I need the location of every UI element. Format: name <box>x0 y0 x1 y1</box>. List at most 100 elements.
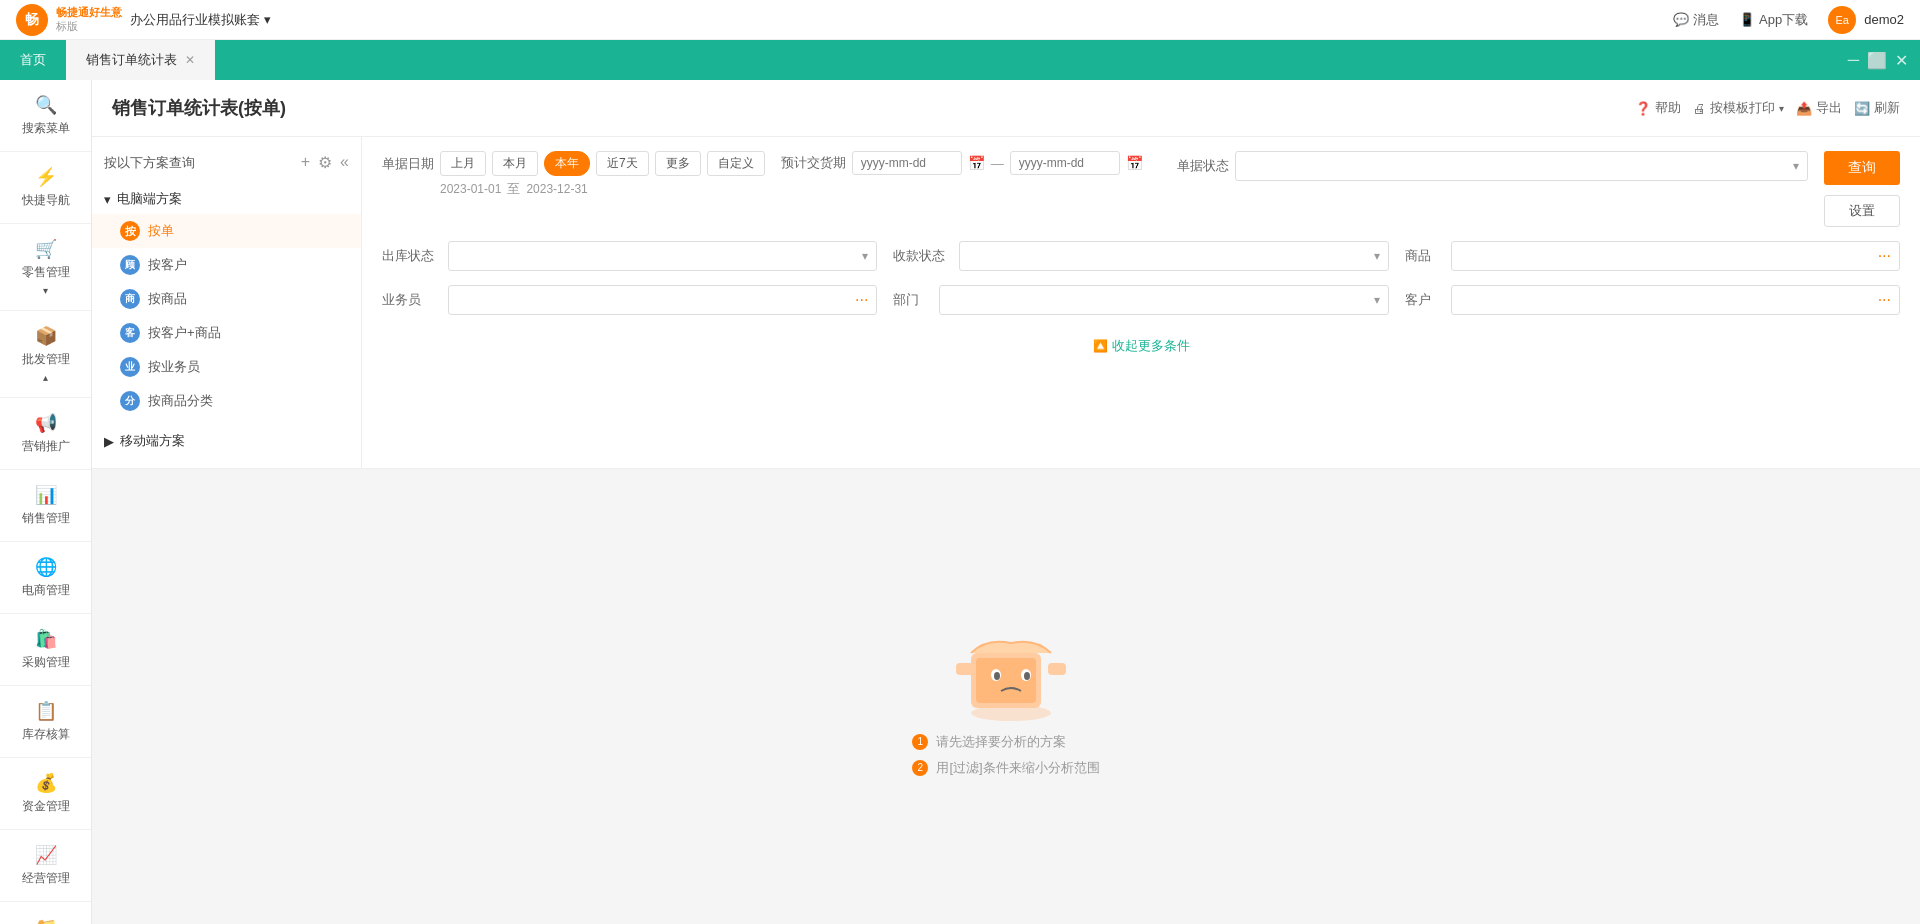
scheme-item-by-salesman[interactable]: 业 按业务员 <box>92 350 361 384</box>
scheme-type-icon: 按 <box>120 221 140 241</box>
empty-svg-icon <box>946 613 1076 723</box>
sidebar-item-purchase[interactable]: 🛍️ 采购管理 <box>0 614 91 686</box>
chevron-down-icon: ▾ <box>43 285 48 296</box>
window-controls: ─ ⬜ ✕ <box>1848 51 1920 70</box>
basic-info-icon: 📁 <box>35 916 57 924</box>
sidebar-item-basic-info[interactable]: 📁 基础信息 <box>0 902 91 924</box>
expected-date-end-input[interactable] <box>1010 151 1120 175</box>
customer-select[interactable]: ··· <box>1451 285 1900 315</box>
left-panel: 按以下方案查询 + ⚙ « ▾ <box>92 137 362 468</box>
date-btn-more[interactable]: 更多 <box>655 151 701 176</box>
sidebar-item-wholesale[interactable]: 📦 批发管理 ▴ <box>0 311 91 398</box>
app-download-button[interactable]: 📱 App下载 <box>1739 11 1808 29</box>
finance-icon: 💰 <box>35 772 57 794</box>
pc-schemes-section: ▾ 电脑端方案 按 按单 <box>92 180 361 422</box>
scheme-type-icon: 商 <box>120 289 140 309</box>
calendar-icon-2[interactable]: 📅 <box>1126 155 1143 171</box>
export-icon: 📤 <box>1796 101 1812 116</box>
sidebar-item-inventory[interactable]: 📋 库存核算 <box>0 686 91 758</box>
salesman-select[interactable]: ··· <box>448 285 877 315</box>
sidebar-item-ecommerce[interactable]: 🌐 电商管理 <box>0 542 91 614</box>
expected-date-start-input[interactable] <box>852 151 962 175</box>
sidebar-item-retail[interactable]: 🛒 零售管理 ▾ <box>0 224 91 311</box>
mobile-schemes-header[interactable]: ▶ 移动端方案 <box>92 426 361 456</box>
settings-scheme-icon[interactable]: ⚙ <box>318 153 332 172</box>
app-name: 标版 <box>56 20 122 33</box>
close-tab-icon[interactable]: ✕ <box>185 53 195 67</box>
department-filter: 部门 ▾ <box>893 285 1388 315</box>
scheme-item-by-customer[interactable]: 顾 按客户 <box>92 248 361 282</box>
page-title: 销售订单统计表(按单) <box>112 96 286 136</box>
filter-area: 按以下方案查询 + ⚙ « ▾ <box>92 137 1920 469</box>
scheme-type-icon: 业 <box>120 357 140 377</box>
expected-date-label: 预计交货期 <box>781 154 846 172</box>
sidebar-item-finance[interactable]: 💰 资金管理 <box>0 758 91 830</box>
delivery-status-select[interactable]: ▾ <box>448 241 877 271</box>
sidebar-item-business[interactable]: 📈 经营管理 <box>0 830 91 902</box>
scheme-type-icon: 顾 <box>120 255 140 275</box>
date-btn-last-month[interactable]: 上月 <box>440 151 486 176</box>
left-panel-header: 按以下方案查询 + ⚙ « <box>92 145 361 180</box>
help-button[interactable]: ❓ 帮助 <box>1635 99 1681 117</box>
date-btn-last-7days[interactable]: 近7天 <box>596 151 649 176</box>
main-content: 按以下方案查询 + ⚙ « ▾ <box>92 137 1920 924</box>
department-select[interactable]: ▾ <box>939 285 1388 315</box>
filter-with-panel: 按以下方案查询 + ⚙ « ▾ <box>92 137 1920 468</box>
content-area: 销售订单统计表(按单) ❓ 帮助 🖨 按模板打印 ▾ 📤 导出 🔄 刷新 <box>92 80 1920 924</box>
date-btn-this-month[interactable]: 本月 <box>492 151 538 176</box>
topbar: 畅 畅捷通好生意 标版 办公用品行业模拟账套 ▾ 💬 消息 📱 App下载 Ea… <box>0 0 1920 40</box>
scheme-item-by-category[interactable]: 分 按商品分类 <box>92 384 361 418</box>
date-range-row: 2023-01-01 至 2023-12-31 <box>382 180 765 198</box>
user-area[interactable]: Ea demo2 <box>1828 6 1904 34</box>
tab-sales-order[interactable]: 销售订单统计表 ✕ <box>66 40 215 80</box>
scheme-item-by-order[interactable]: 按 按单 <box>92 214 361 248</box>
date-btn-custom[interactable]: 自定义 <box>707 151 765 176</box>
pc-schemes-header[interactable]: ▾ 电脑端方案 <box>92 184 361 214</box>
scheme-type-icon: 分 <box>120 391 140 411</box>
svg-rect-7 <box>956 663 974 675</box>
add-scheme-icon[interactable]: + <box>301 153 310 172</box>
export-button[interactable]: 📤 导出 <box>1796 99 1842 117</box>
empty-step-1: 1 请先选择要分析的方案 <box>912 729 1099 755</box>
product-label: 商品 <box>1405 247 1445 265</box>
close-window-button[interactable]: ✕ <box>1895 51 1908 70</box>
filter-row-1: 单据日期 上月 本月 本年 近7天 更多 自定义 <box>382 151 1900 227</box>
sidebar-item-search-menu[interactable]: 🔍 搜索菜单 <box>0 80 91 152</box>
topbar-left: 畅 畅捷通好生意 标版 办公用品行业模拟账套 ▾ <box>16 4 271 36</box>
breadcrumb[interactable]: 办公用品行业模拟账套 ▾ <box>130 11 271 29</box>
status-select[interactable]: ▾ <box>1235 151 1808 181</box>
sidebar-item-marketing[interactable]: 📢 营销推广 <box>0 398 91 470</box>
collapse-panel-icon[interactable]: « <box>340 153 349 172</box>
action-buttons: 查询 设置 <box>1824 151 1900 227</box>
chevron-down-icon: ▾ <box>104 192 111 207</box>
settings-button[interactable]: 设置 <box>1824 195 1900 227</box>
download-icon: 📱 <box>1739 12 1755 27</box>
scheme-item-by-product[interactable]: 商 按商品 <box>92 282 361 316</box>
message-button[interactable]: 💬 消息 <box>1673 11 1719 29</box>
date-btn-this-year[interactable]: 本年 <box>544 151 590 176</box>
product-filter: 商品 ··· <box>1405 241 1900 271</box>
collapse-button[interactable]: 🔼 收起更多条件 <box>1093 337 1190 355</box>
purchase-icon: 🛍️ <box>35 628 57 650</box>
date-label: 单据日期 <box>382 155 434 173</box>
sidebar: 🔍 搜索菜单 ⚡ 快捷导航 🛒 零售管理 ▾ 📦 批发管理 ▴ 📢 营销推广 📊… <box>0 80 92 924</box>
scheme-item-by-cust-prod[interactable]: 客 按客户+商品 <box>92 316 361 350</box>
status-chevron-icon: ▾ <box>1793 159 1799 173</box>
template-print-button[interactable]: 🖨 按模板打印 ▾ <box>1693 99 1784 117</box>
product-dots-icon: ··· <box>1878 247 1891 265</box>
date-range-end: 2023-12-31 <box>526 182 587 196</box>
payment-status-select[interactable]: ▾ <box>959 241 1388 271</box>
user-name: demo2 <box>1864 12 1904 27</box>
product-select[interactable]: ··· <box>1451 241 1900 271</box>
maximize-button[interactable]: ⬜ <box>1867 51 1887 70</box>
tab-home[interactable]: 首页 <box>0 40 66 80</box>
refresh-button[interactable]: 🔄 刷新 <box>1854 99 1900 117</box>
query-button[interactable]: 查询 <box>1824 151 1900 185</box>
sidebar-item-quick-nav[interactable]: ⚡ 快捷导航 <box>0 152 91 224</box>
salesman-filter: 业务员 ··· <box>382 285 877 315</box>
nav-tabs: 首页 销售订单统计表 ✕ ─ ⬜ ✕ <box>0 40 1920 80</box>
minimize-button[interactable]: ─ <box>1848 51 1859 69</box>
sidebar-item-sales[interactable]: 📊 销售管理 <box>0 470 91 542</box>
calendar-icon[interactable]: 📅 <box>968 155 985 171</box>
delivery-status-label: 出库状态 <box>382 247 442 265</box>
